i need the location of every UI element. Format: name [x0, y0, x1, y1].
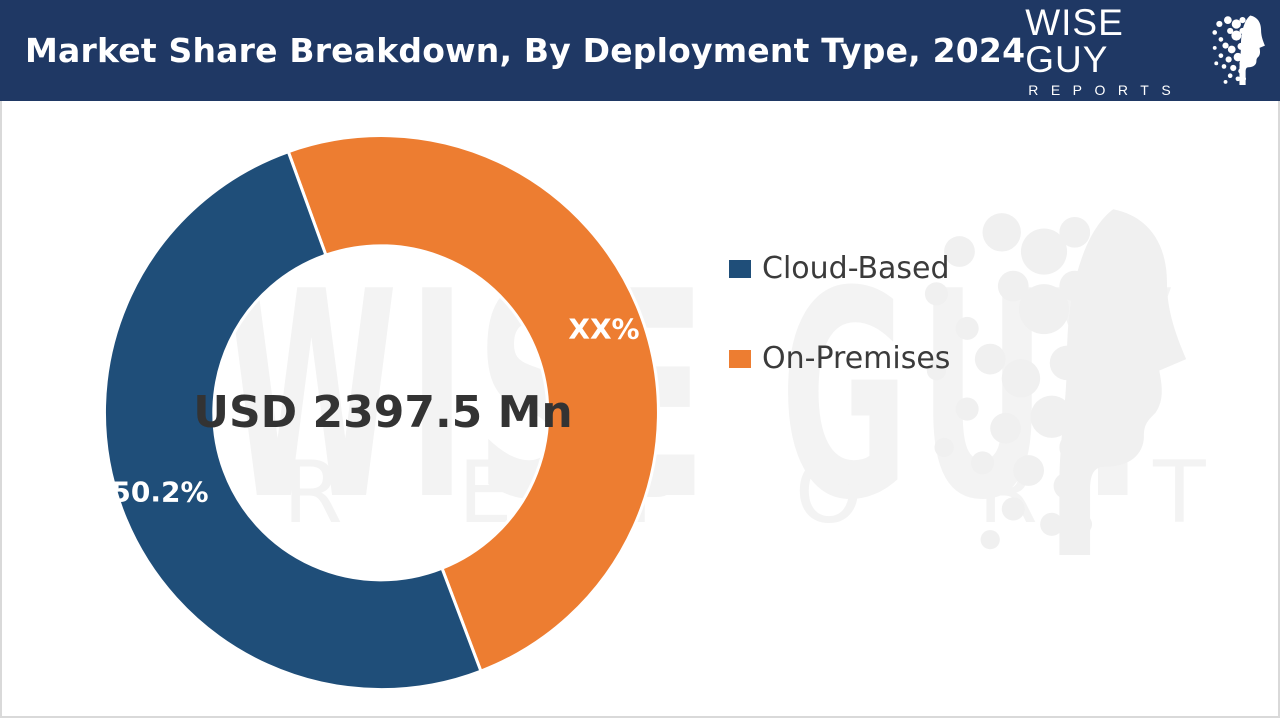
donut-chart: 50.2% XX% [102, 134, 660, 692]
legend-label-cloud-based: Cloud-Based [762, 251, 950, 286]
legend-item-on-premises: On-Premises [729, 344, 950, 374]
report-figure: Market Share Breakdown, By Deployment Ty… [0, 0, 1280, 720]
slice-label-cloud-based: 50.2% [111, 476, 208, 509]
slice-label-on-premises: XX% [568, 313, 639, 346]
legend-swatch-cloud-based [729, 260, 751, 278]
donut-center-value: USD 2397.5 Mn [193, 387, 573, 438]
legend-item-cloud-based: Cloud-Based [729, 254, 950, 284]
legend-swatch-on-premises [729, 350, 751, 368]
legend-label-on-premises: On-Premises [762, 341, 951, 376]
